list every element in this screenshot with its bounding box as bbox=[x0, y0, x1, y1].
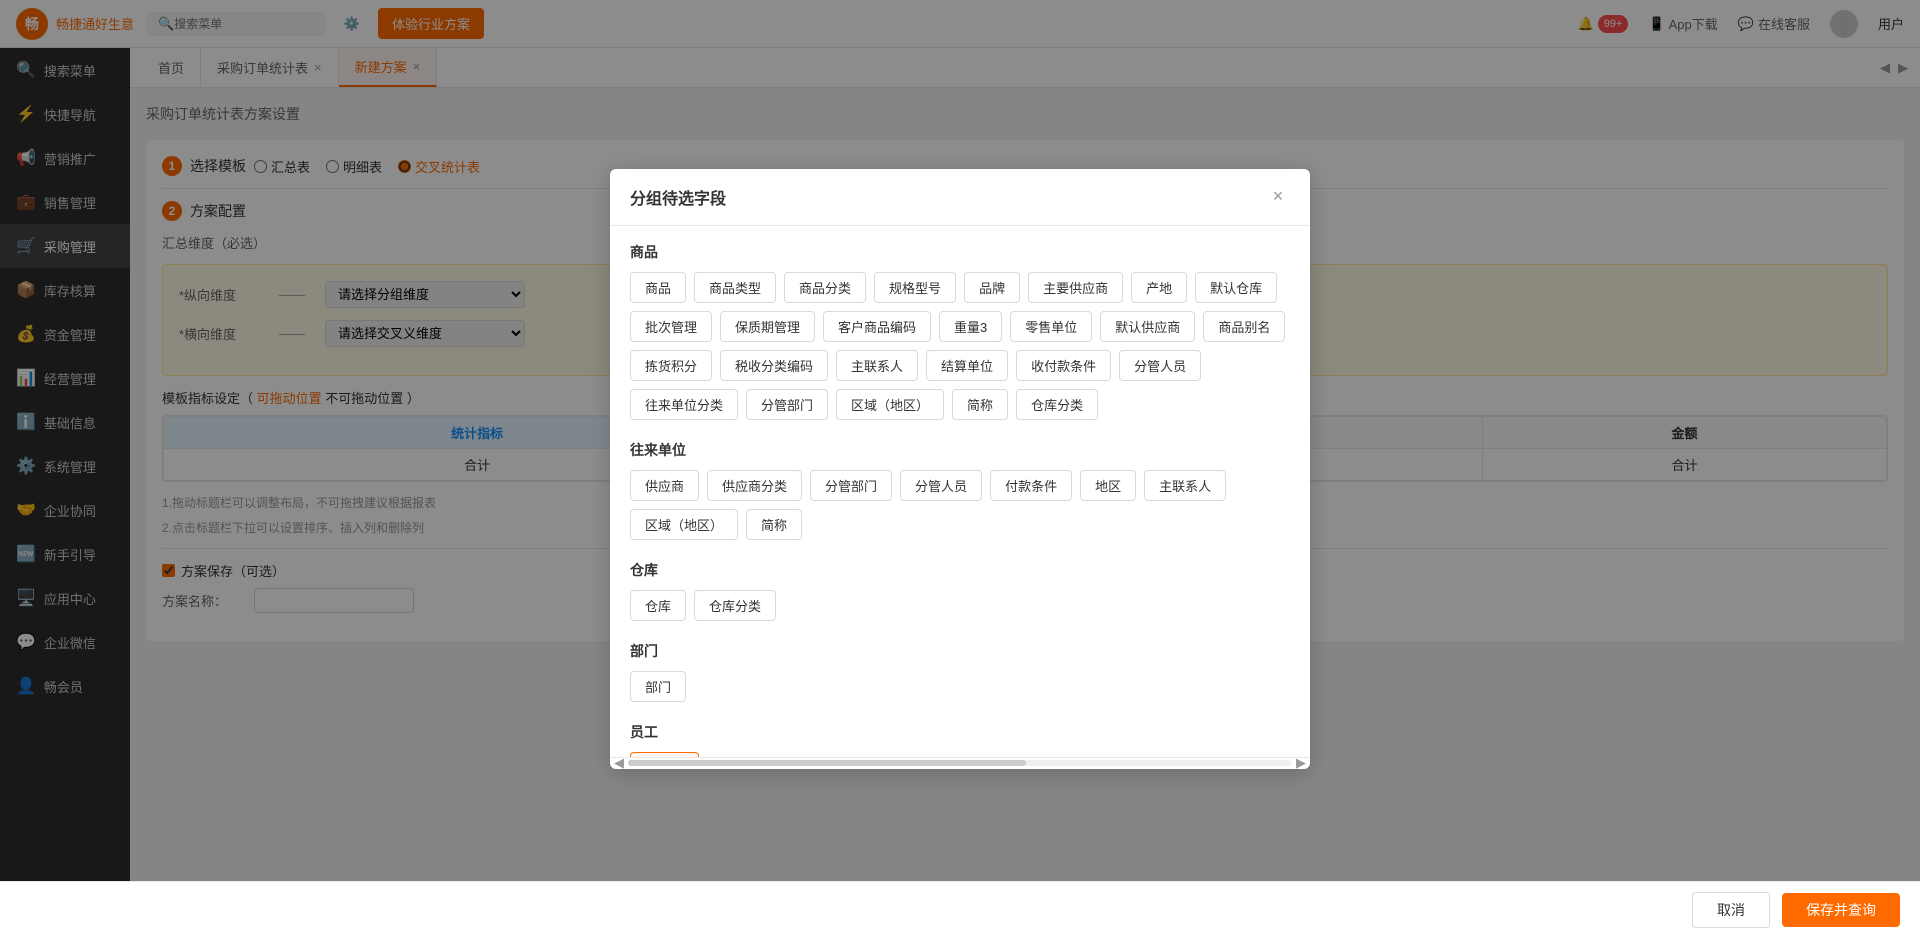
section-product-title: 商品 bbox=[630, 242, 1290, 262]
field-tag[interactable]: 简称 bbox=[952, 389, 1008, 420]
field-tag[interactable]: 分管部门 bbox=[746, 389, 828, 420]
field-tag[interactable]: 往来单位分类 bbox=[630, 389, 738, 420]
scroll-left-arrow[interactable]: ◀ bbox=[614, 755, 624, 771]
scroll-track bbox=[628, 760, 1292, 766]
field-tag[interactable]: 仓库分类 bbox=[694, 590, 776, 621]
field-tag[interactable]: 重量3 bbox=[939, 311, 1002, 342]
field-tag[interactable]: 批次管理 bbox=[630, 311, 712, 342]
section-department-tags: 部门 bbox=[630, 671, 1290, 702]
field-tag[interactable]: 主要供应商 bbox=[1028, 272, 1123, 303]
section-department: 部门 部门 bbox=[630, 641, 1290, 702]
field-tag[interactable]: 默认仓库 bbox=[1195, 272, 1277, 303]
field-tag[interactable]: 主联系人 bbox=[1144, 470, 1226, 501]
field-tag[interactable]: 拣货积分 bbox=[630, 350, 712, 381]
field-tag[interactable]: 仓库分类 bbox=[1016, 389, 1098, 420]
field-select-modal: 分组待选字段 × 商品 商品 商品类型 商品分类 规格型号 品牌 主要供应商 产… bbox=[610, 169, 1310, 769]
field-tag[interactable]: 产地 bbox=[1131, 272, 1187, 303]
scroll-thumb[interactable] bbox=[628, 760, 1026, 766]
field-tag[interactable]: 收付款条件 bbox=[1016, 350, 1111, 381]
section-warehouse-title: 仓库 bbox=[630, 560, 1290, 580]
field-tag[interactable]: 分管人员 bbox=[900, 470, 982, 501]
section-product: 商品 商品 商品类型 商品分类 规格型号 品牌 主要供应商 产地 默认仓库 批次… bbox=[630, 242, 1290, 420]
scroll-right-arrow[interactable]: ▶ bbox=[1296, 755, 1306, 771]
modal-body: 商品 商品 商品类型 商品分类 规格型号 品牌 主要供应商 产地 默认仓库 批次… bbox=[610, 226, 1310, 757]
section-warehouse: 仓库 仓库 仓库分类 bbox=[630, 560, 1290, 621]
section-partner-title: 往来单位 bbox=[630, 440, 1290, 460]
confirm-button[interactable]: 保存并查询 bbox=[1782, 893, 1900, 927]
section-partner-tags: 供应商 供应商分类 分管部门 分管人员 付款条件 地区 主联系人 区域（地区） … bbox=[630, 470, 1290, 540]
field-tag[interactable]: 零售单位 bbox=[1010, 311, 1092, 342]
field-tag[interactable]: 付款条件 bbox=[990, 470, 1072, 501]
field-tag[interactable]: 区域（地区） bbox=[836, 389, 944, 420]
field-tag[interactable]: 简称 bbox=[746, 509, 802, 540]
field-tag[interactable]: 区域（地区） bbox=[630, 509, 738, 540]
field-tag[interactable]: 地区 bbox=[1080, 470, 1136, 501]
field-tag[interactable]: 分管人员 bbox=[1119, 350, 1201, 381]
field-tag[interactable]: 供应商 bbox=[630, 470, 699, 501]
modal-header: 分组待选字段 × bbox=[610, 169, 1310, 226]
section-product-tags: 商品 商品类型 商品分类 规格型号 品牌 主要供应商 产地 默认仓库 批次管理 … bbox=[630, 272, 1290, 420]
field-tag[interactable]: 结算单位 bbox=[926, 350, 1008, 381]
field-tag[interactable]: 品牌 bbox=[964, 272, 1020, 303]
section-employee: 员工 业务员 bbox=[630, 722, 1290, 757]
field-tag[interactable]: 客户商品编码 bbox=[823, 311, 931, 342]
field-tag[interactable]: 分管部门 bbox=[810, 470, 892, 501]
modal-close-button[interactable]: × bbox=[1266, 185, 1290, 209]
modal-horizontal-scrollbar[interactable]: ◀ ▶ bbox=[610, 757, 1310, 769]
field-tag[interactable]: 税收分类编码 bbox=[720, 350, 828, 381]
field-tag[interactable]: 供应商分类 bbox=[707, 470, 802, 501]
field-tag[interactable]: 商品别名 bbox=[1203, 311, 1285, 342]
field-tag[interactable]: 仓库 bbox=[630, 590, 686, 621]
field-tag[interactable]: 商品分类 bbox=[784, 272, 866, 303]
field-tag[interactable]: 主联系人 bbox=[836, 350, 918, 381]
modal-title: 分组待选字段 bbox=[630, 185, 726, 209]
section-employee-title: 员工 bbox=[630, 722, 1290, 742]
field-tag[interactable]: 规格型号 bbox=[874, 272, 956, 303]
section-department-title: 部门 bbox=[630, 641, 1290, 661]
section-warehouse-tags: 仓库 仓库分类 bbox=[630, 590, 1290, 621]
cancel-button[interactable]: 取消 bbox=[1692, 892, 1770, 928]
field-tag[interactable]: 部门 bbox=[630, 671, 686, 702]
field-tag[interactable]: 商品 bbox=[630, 272, 686, 303]
section-partner: 往来单位 供应商 供应商分类 分管部门 分管人员 付款条件 地区 主联系人 区域… bbox=[630, 440, 1290, 540]
field-tag[interactable]: 默认供应商 bbox=[1100, 311, 1195, 342]
bottom-bar: 取消 保存并查询 bbox=[0, 881, 1920, 937]
modal-overlay: 分组待选字段 × 商品 商品 商品类型 商品分类 规格型号 品牌 主要供应商 产… bbox=[0, 0, 1920, 937]
field-tag[interactable]: 保质期管理 bbox=[720, 311, 815, 342]
field-tag[interactable]: 商品类型 bbox=[694, 272, 776, 303]
